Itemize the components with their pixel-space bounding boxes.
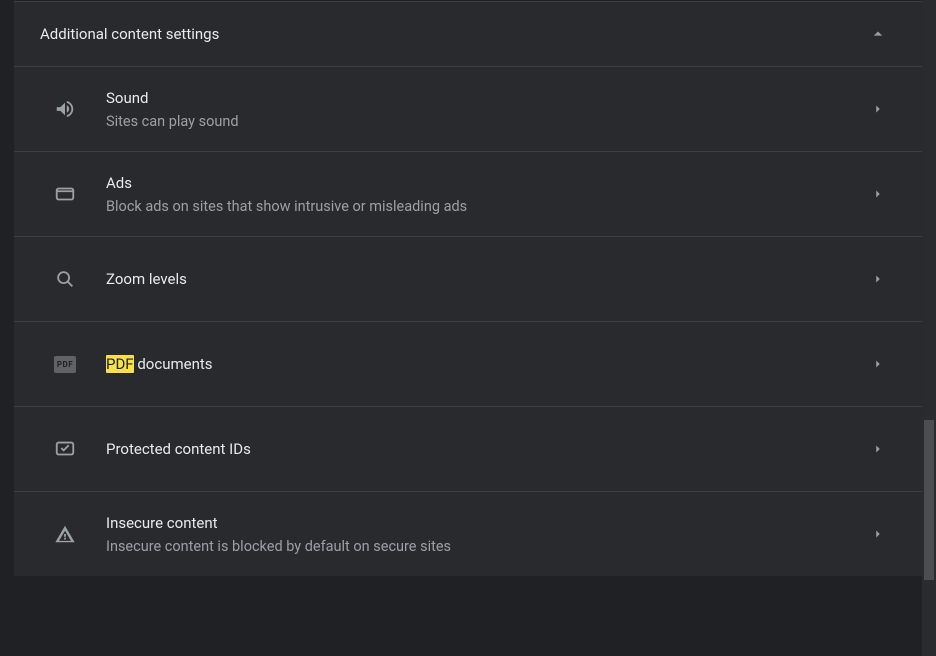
chevron-right-icon	[862, 348, 894, 380]
window-icon	[14, 183, 106, 205]
protected-content-icon	[14, 438, 106, 460]
chevron-right-icon	[862, 433, 894, 465]
row-title: Sound	[106, 88, 862, 108]
row-title: Zoom levels	[106, 269, 862, 289]
chevron-right-icon	[862, 518, 894, 550]
warning-icon	[14, 523, 106, 545]
scrollbar-thumb[interactable]	[924, 420, 934, 580]
setting-row-pdf-documents[interactable]: PDF PDF documents	[14, 321, 922, 406]
pdf-icon: PDF	[14, 356, 106, 373]
chevron-right-icon	[862, 178, 894, 210]
row-title: Insecure content	[106, 513, 862, 533]
row-subtitle: Sites can play sound	[106, 112, 862, 131]
section-header[interactable]: Additional content settings	[14, 2, 922, 66]
section-title: Additional content settings	[40, 25, 219, 43]
row-title: Protected content IDs	[106, 439, 862, 459]
vertical-scrollbar[interactable]	[922, 0, 936, 656]
row-title: PDF documents	[106, 354, 862, 374]
setting-row-zoom-levels[interactable]: Zoom levels	[14, 236, 922, 321]
search-highlight: PDF	[106, 355, 134, 373]
setting-row-insecure-content[interactable]: Insecure content Insecure content is blo…	[14, 491, 922, 576]
chevron-right-icon	[862, 263, 894, 295]
row-subtitle: Block ads on sites that show intrusive o…	[106, 197, 862, 216]
sound-icon	[14, 98, 106, 120]
additional-content-settings-panel: Additional content settings Sound Sites …	[14, 1, 922, 576]
collapse-icon	[860, 16, 896, 52]
search-icon	[14, 268, 106, 290]
chevron-right-icon	[862, 93, 894, 125]
setting-row-protected-content-ids[interactable]: Protected content IDs	[14, 406, 922, 491]
setting-row-ads[interactable]: Ads Block ads on sites that show intrusi…	[14, 151, 922, 236]
row-subtitle: Insecure content is blocked by default o…	[106, 537, 862, 556]
row-title: Ads	[106, 173, 862, 193]
setting-row-sound[interactable]: Sound Sites can play sound	[14, 66, 922, 151]
